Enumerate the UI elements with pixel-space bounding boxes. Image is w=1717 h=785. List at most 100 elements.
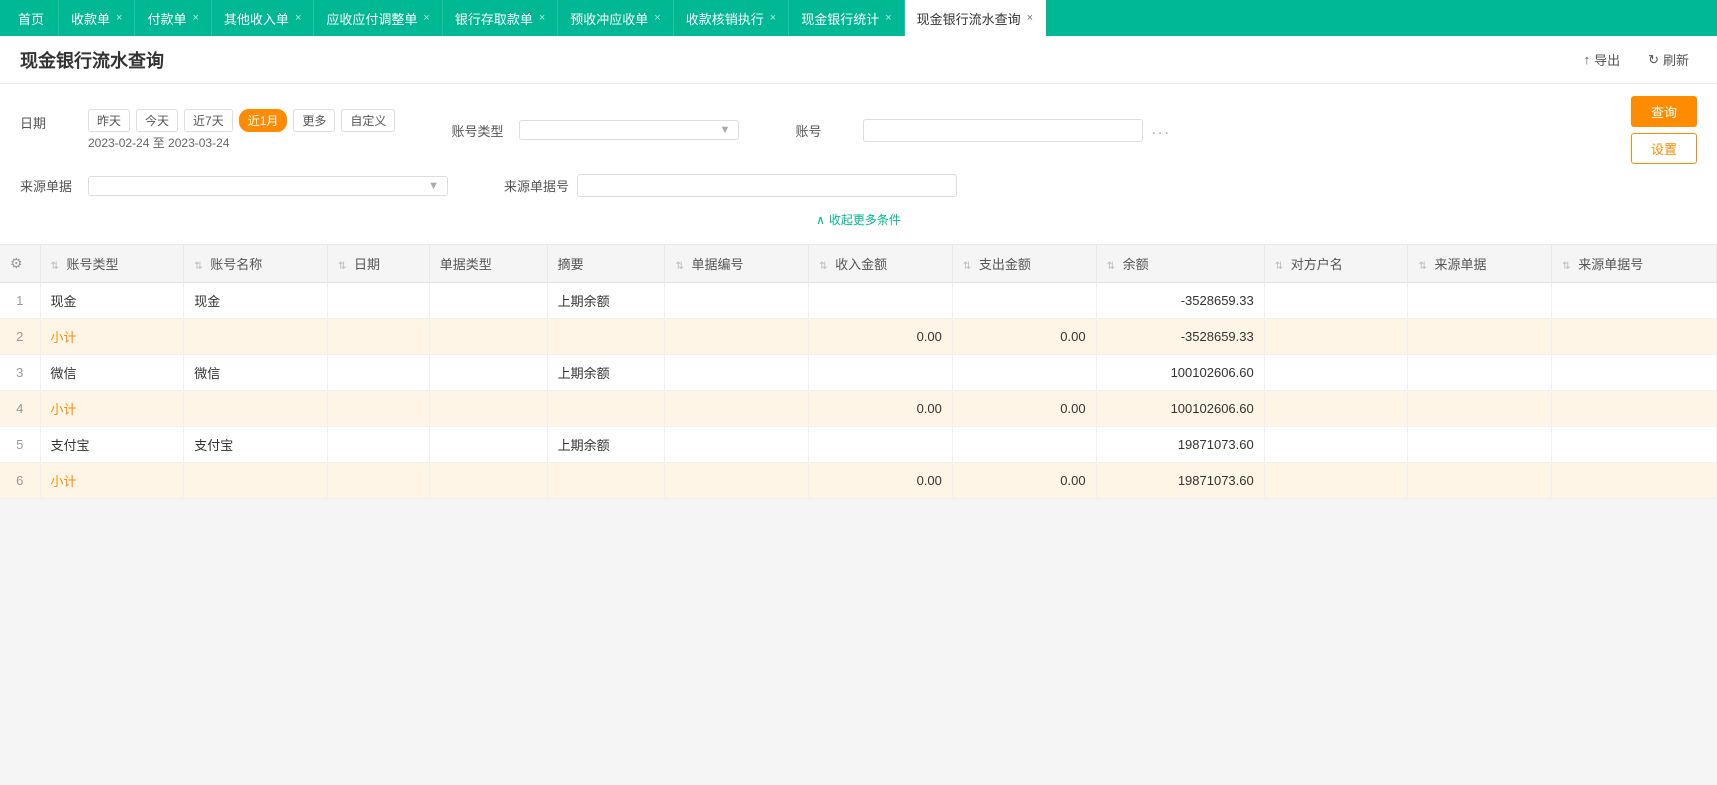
nav-item-cash-bank-flow[interactable]: 现金银行流水查询 × <box>905 0 1046 36</box>
query-button[interactable]: 查询 <box>1631 96 1697 127</box>
cell-summary <box>547 463 665 499</box>
col-summary: 摘要 <box>547 245 665 283</box>
nav-item-payment[interactable]: 付款单 × <box>135 0 211 36</box>
nav-close-cash-bank-flow[interactable]: × <box>1027 12 1033 24</box>
col-expense-label: 支出金额 <box>979 257 1031 272</box>
refresh-button[interactable]: ↻ 刷新 <box>1640 46 1697 73</box>
cell-account-type: 小计 <box>40 391 184 427</box>
cell-balance: 19871073.60 <box>1096 427 1264 463</box>
source-doc-label: 来源单据 <box>20 176 80 195</box>
source-doc-no-input[interactable] <box>577 174 957 197</box>
page-header: 现金银行流水查询 ↑ 导出 ↻ 刷新 <box>0 36 1717 84</box>
col-source-doc-label: 来源单据 <box>1434 257 1486 272</box>
row-num: 6 <box>0 463 40 499</box>
nav-item-ar-ap-adjust[interactable]: 应收应付调整单 × <box>314 0 442 36</box>
sort-icon-account-type[interactable]: ⇅ <box>51 261 59 272</box>
account-input[interactable] <box>863 119 1143 142</box>
date-btn-today[interactable]: 今天 <box>136 109 178 132</box>
export-button[interactable]: ↑ 导出 <box>1576 46 1629 73</box>
cell-source-doc <box>1408 427 1552 463</box>
cell-account-type: 微信 <box>40 355 184 391</box>
sort-icon-account-name[interactable]: ⇅ <box>194 261 202 272</box>
cell-account-name <box>184 463 328 499</box>
cell-account-name <box>184 319 328 355</box>
cell-balance: 100102606.60 <box>1096 391 1264 427</box>
cell-source-doc-no <box>1552 355 1717 391</box>
refresh-icon: ↻ <box>1648 52 1659 68</box>
collapse-bar[interactable]: ∧ 收起更多条件 <box>20 207 1697 232</box>
sort-icon-income[interactable]: ⇅ <box>819 261 827 272</box>
nav-close-ar-ap-adjust[interactable]: × <box>423 12 429 24</box>
sort-icon-expense[interactable]: ⇅ <box>963 261 971 272</box>
table-row: 5支付宝支付宝上期余额19871073.60 <box>0 427 1717 463</box>
nav-item-receipt[interactable]: 收款单 × <box>59 0 135 36</box>
nav-close-cash-bank-stat[interactable]: × <box>885 12 891 24</box>
date-btn-yesterday[interactable]: 昨天 <box>88 109 130 132</box>
table-container: ⚙ ⇅ 账号类型 ⇅ 账号名称 ⇅ 日期 单据类型 摘要 <box>0 245 1717 499</box>
cell-doc-type <box>429 427 547 463</box>
date-options: 昨天 今天 近7天 近1月 更多 自定义 <box>88 109 395 132</box>
col-account-type-label: 账号类型 <box>67 257 119 272</box>
nav-close-payment[interactable]: × <box>192 12 198 24</box>
export-label: 导出 <box>1594 50 1620 69</box>
nav-item-pre-recv[interactable]: 预收冲应收单 × <box>558 0 673 36</box>
date-btn-custom[interactable]: 自定义 <box>341 109 395 132</box>
nav-close-other-income[interactable]: × <box>295 12 301 24</box>
date-btn-7days[interactable]: 近7天 <box>184 109 233 132</box>
nav-item-cash-bank-stat[interactable]: 现金银行统计 × <box>789 0 904 36</box>
date-btn-1month[interactable]: 近1月 <box>239 109 288 132</box>
cell-income: 0.00 <box>809 463 953 499</box>
date-btn-more[interactable]: 更多 <box>293 109 335 132</box>
cell-balance: -3528659.33 <box>1096 319 1264 355</box>
nav-label-pre-recv: 预收冲应收单 <box>570 9 648 28</box>
nav-close-receipt[interactable]: × <box>116 12 122 24</box>
settings-button[interactable]: 设置 <box>1631 133 1697 164</box>
gear-icon[interactable]: ⚙ <box>10 255 23 271</box>
cell-income <box>809 427 953 463</box>
account-type-arrow: ▼ <box>720 124 731 136</box>
cell-date <box>327 355 429 391</box>
sort-icon-date[interactable]: ⇅ <box>338 261 346 272</box>
cell-expense: 0.00 <box>952 319 1096 355</box>
cell-source-doc <box>1408 319 1552 355</box>
nav-item-other-income[interactable]: 其他收入单 × <box>212 0 314 36</box>
cell-date <box>327 463 429 499</box>
nav-close-bank-deposit[interactable]: × <box>539 12 545 24</box>
nav-close-recv-verify[interactable]: × <box>770 12 776 24</box>
cell-source-doc-no <box>1552 391 1717 427</box>
refresh-label: 刷新 <box>1663 50 1689 69</box>
date-col: 昨天 今天 近7天 近1月 更多 自定义 2023-02-24 至 2023-0… <box>88 109 395 151</box>
cell-expense: 0.00 <box>952 463 1096 499</box>
nav-label-ar-ap-adjust: 应收应付调整单 <box>326 9 417 28</box>
cell-balance: 100102606.60 <box>1096 355 1264 391</box>
nav-close-pre-recv[interactable]: × <box>654 12 660 24</box>
cell-doc-no <box>665 283 809 319</box>
nav-item-home[interactable]: 首页 <box>4 0 59 36</box>
cell-expense <box>952 427 1096 463</box>
cell-date <box>327 319 429 355</box>
collapse-icon: ∧ <box>816 213 825 227</box>
cell-doc-type <box>429 319 547 355</box>
source-doc-select[interactable]: ▼ <box>88 176 448 196</box>
sort-icon-doc-no[interactable]: ⇅ <box>675 261 683 272</box>
col-date-label: 日期 <box>354 257 380 272</box>
sort-icon-counterparty[interactable]: ⇅ <box>1275 261 1283 272</box>
cell-summary: 上期余额 <box>547 427 665 463</box>
nav-item-bank-deposit[interactable]: 银行存取款单 × <box>443 0 558 36</box>
col-date: ⇅ 日期 <box>327 245 429 283</box>
cell-source-doc-no <box>1552 319 1717 355</box>
account-type-select[interactable]: ▼ <box>519 120 739 140</box>
account-dots[interactable]: ... <box>1151 121 1170 139</box>
cell-source-doc <box>1408 355 1552 391</box>
nav-item-recv-verify[interactable]: 收款核销执行 × <box>674 0 789 36</box>
cell-account-name: 现金 <box>184 283 328 319</box>
collapse-label: 收起更多条件 <box>829 211 901 228</box>
col-doc-no-label: 单据编号 <box>691 257 743 272</box>
nav-label-receipt: 收款单 <box>71 9 110 28</box>
table-row: 2小计0.000.00-3528659.33 <box>0 319 1717 355</box>
sort-icon-source-doc[interactable]: ⇅ <box>1418 261 1426 272</box>
sort-icon-source-doc-no[interactable]: ⇅ <box>1562 261 1570 272</box>
cell-summary: 上期余额 <box>547 283 665 319</box>
cell-source-doc-no <box>1552 463 1717 499</box>
sort-icon-balance[interactable]: ⇅ <box>1107 261 1115 272</box>
